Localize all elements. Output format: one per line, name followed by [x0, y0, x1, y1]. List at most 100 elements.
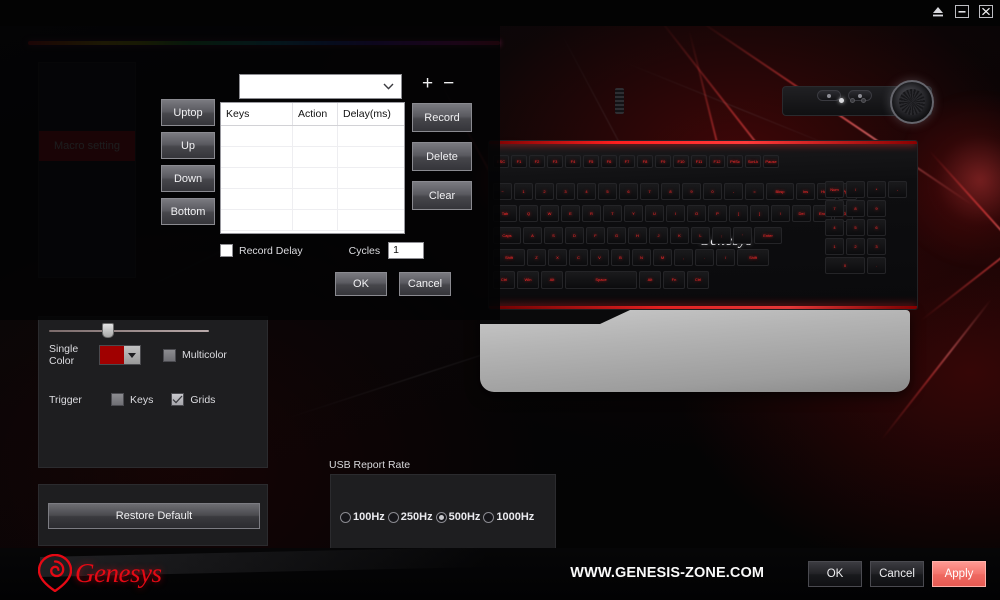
macro-down-button[interactable]: Down: [161, 165, 215, 192]
macro-record-button[interactable]: Record: [412, 103, 472, 132]
record-delay-checkbox[interactable]: Record Delay: [220, 244, 303, 257]
keyboard-row: ~1234567890-=BkspInsHomePgUp: [493, 183, 857, 200]
button-label: Delete: [426, 150, 458, 163]
restore-panel: Restore Default: [38, 484, 268, 546]
slider-thumb[interactable]: [102, 323, 114, 338]
table-row[interactable]: [221, 168, 404, 189]
keyboard-key: [: [729, 205, 748, 222]
keyboard-cable: [615, 88, 624, 114]
macro-up-button[interactable]: Up: [161, 132, 215, 159]
keyboard-key: R: [582, 205, 601, 222]
macro-uptop-button[interactable]: Uptop: [161, 99, 215, 126]
keyboard-indicator-leds: [839, 98, 866, 103]
macro-key-table[interactable]: Keys Action Delay(ms): [220, 102, 405, 234]
dialog-cancel-button[interactable]: Cancel: [399, 272, 451, 296]
eject-button[interactable]: [929, 3, 946, 20]
keyboard-row: ESC F1 F2 F3 F4 F5 F6 F7 F8 F9 F10 F11 F12 PrtSc ScrLk…: [493, 155, 779, 168]
app-window: Genesys ESCF1F2F3F4F5F6F7F8F9F10F11F12Pr…: [0, 0, 1000, 600]
keyboard-key: A: [523, 227, 542, 244]
macro-bottom-button[interactable]: Bottom: [161, 198, 215, 225]
keyboard-key: 2: [535, 183, 554, 200]
ok-button[interactable]: OK: [808, 561, 862, 587]
keyboard-row: TabQWERTYUIOP[]\DelEndPgDn: [493, 205, 853, 222]
apply-label: Apply: [944, 568, 974, 580]
table-row[interactable]: [221, 189, 404, 210]
trigger-grids-checkbox[interactable]: Grids: [171, 393, 215, 406]
keyboard-key: D: [565, 227, 584, 244]
keyboard-key: V: [590, 249, 609, 266]
table-row[interactable]: [221, 147, 404, 168]
usb-rate-option-500hz[interactable]: 500Hz: [435, 511, 480, 523]
keyboard-key: 5: [598, 183, 617, 200]
macro-delete-button[interactable]: Delete: [412, 142, 472, 171]
keyboard-key: ]: [750, 205, 769, 222]
usb-rate-option-100hz[interactable]: 100Hz: [340, 511, 385, 523]
numpad-key: 8: [846, 200, 865, 217]
macro-order-buttons: Uptop Up Down Bottom: [161, 99, 215, 225]
macro-add-remove-controls: + −: [422, 74, 454, 93]
keyboard-key: F4: [565, 155, 581, 168]
usb-report-rate-title: USB Report Rate: [329, 459, 411, 471]
keyboard-preview: Genesys ESCF1F2F3F4F5F6F7F8F9F10F11F12Pr…: [470, 80, 940, 410]
keyboard-key: F5: [583, 155, 599, 168]
keyboard-key: 1: [514, 183, 533, 200]
keyboard-key: I: [666, 205, 685, 222]
restore-default-button[interactable]: Restore Default: [48, 503, 260, 529]
window-controls: [929, 3, 994, 20]
add-macro-button[interactable]: +: [422, 74, 433, 93]
table-cell: [338, 168, 404, 188]
multicolor-checkbox[interactable]: Multicolor: [163, 348, 227, 362]
remove-macro-button[interactable]: −: [443, 74, 454, 93]
usb-rate-option-250hz[interactable]: 250Hz: [387, 511, 433, 523]
keyboard-key: F1: [511, 155, 527, 168]
table-cell: [338, 126, 404, 146]
table-cell: [221, 210, 293, 230]
keyboard-bottom-light: [489, 306, 917, 309]
keyboard-key: G: [607, 227, 626, 244]
checkbox-box: [220, 244, 233, 257]
table-cell: [221, 189, 293, 209]
title-bar: [0, 0, 1000, 26]
wrist-rest-notch: [480, 310, 630, 324]
table-row[interactable]: [221, 126, 404, 147]
led-indicator: [850, 98, 855, 103]
trigger-keys-checkbox[interactable]: Keys: [111, 393, 153, 406]
keyboard-key: F10: [673, 155, 689, 168]
brightness-slider[interactable]: [49, 322, 209, 340]
macro-select-dropdown[interactable]: [239, 74, 402, 99]
keyboard-key: F7: [619, 155, 635, 168]
table-body: [221, 126, 404, 231]
numpad-key: 2: [846, 238, 865, 255]
keyboard-key: 0: [703, 183, 722, 200]
table-cell: [338, 189, 404, 209]
numpad-key: 1: [825, 238, 844, 255]
keyboard-key: ,: [674, 249, 693, 266]
numpad-key: -: [888, 181, 907, 198]
button-label: Record: [424, 111, 460, 124]
keyboard-key: K: [670, 227, 689, 244]
brand-text: Genesys: [75, 557, 162, 588]
keyboard-key: L: [691, 227, 710, 244]
radio-button: [340, 511, 351, 523]
keyboard-key: Q: [519, 205, 538, 222]
keyboard-key: Pause: [763, 155, 779, 168]
close-button[interactable]: [977, 3, 994, 20]
keyboard-key: Bksp: [766, 183, 794, 200]
apply-button[interactable]: Apply: [932, 561, 986, 587]
macro-clear-button[interactable]: Clear: [412, 181, 472, 210]
color-picker-dropdown[interactable]: [99, 345, 141, 365]
table-row[interactable]: [221, 210, 404, 231]
dialog-ok-button[interactable]: OK: [335, 272, 387, 296]
chevron-down-icon: [383, 83, 394, 90]
keyboard-key: X: [548, 249, 567, 266]
usb-rate-option-1000hz[interactable]: 1000Hz: [483, 511, 534, 523]
trigger-row: Trigger Keys Grids: [49, 393, 215, 406]
numpad-key: 3: [867, 238, 886, 255]
radio-label: 1000Hz: [496, 511, 535, 523]
keyboard-row: Caps A S D F G H J K L; ' Enter: [493, 227, 782, 244]
cycles-input[interactable]: 1: [388, 242, 425, 259]
cancel-button[interactable]: Cancel: [870, 561, 924, 587]
radio-label: 100Hz: [353, 511, 385, 523]
numpad-key: 7: [825, 200, 844, 217]
minimize-button[interactable]: [953, 3, 970, 20]
